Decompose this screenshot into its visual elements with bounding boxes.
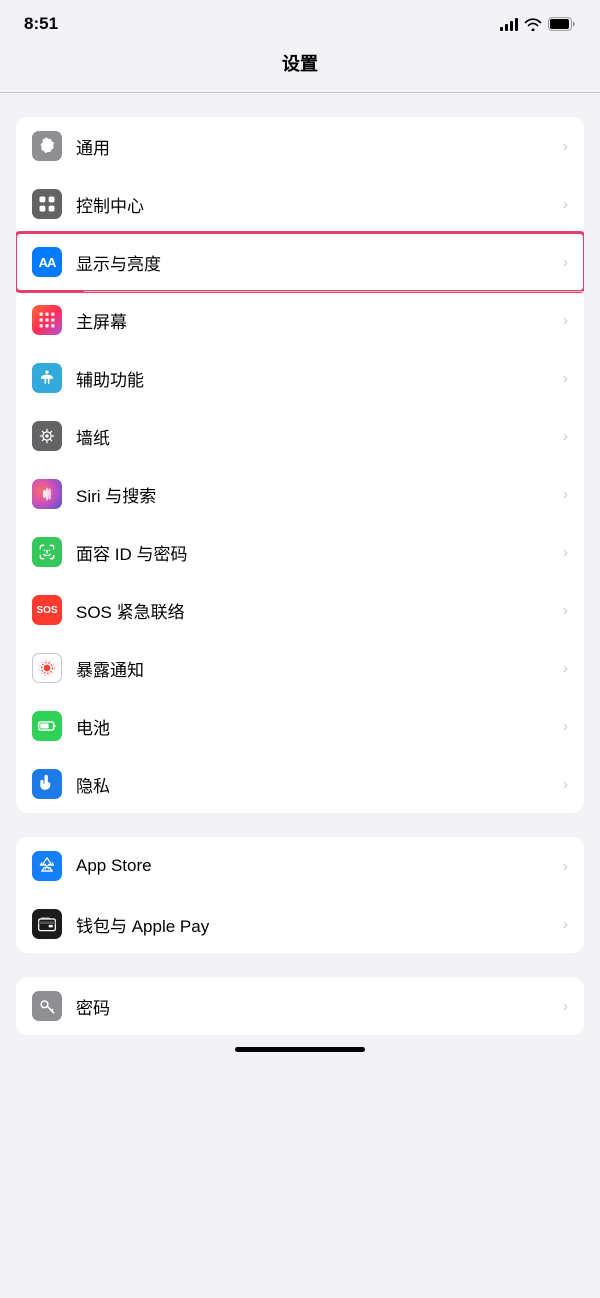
settings-row-exposure[interactable]: 暴露通知 › [16,639,584,697]
sos-label: SOS 紧急联络 [76,598,555,623]
settings-row-appstore[interactable]: A App Store › [16,837,584,895]
privacy-icon [32,769,62,799]
display-chevron: › [563,254,568,271]
battery-settings-icon [32,711,62,741]
battery-chevron: › [563,718,568,735]
passwords-chevron: › [563,998,568,1015]
wallpaper-icon [32,421,62,451]
settings-row-siri[interactable]: Siri 与搜索 › [16,465,584,523]
homescreen-label: 主屏幕 [76,308,555,333]
settings-row-wallpaper[interactable]: 墙纸 › [16,407,584,465]
sos-chevron: › [563,602,568,619]
home-indicator [235,1047,365,1052]
control-center-icon [32,189,62,219]
battery-icon [548,17,576,31]
homescreen-chevron: › [563,312,568,329]
wallpaper-chevron: › [563,428,568,445]
wallet-label: 钱包与 Apple Pay [76,912,555,937]
settings-row-display[interactable]: AA 显示与亮度 › [16,233,584,291]
section-divider-top [0,92,600,93]
wallet-chevron: › [563,916,568,933]
settings-row-general[interactable]: 通用 › [16,117,584,175]
status-icons [500,17,576,31]
settings-row-accessibility[interactable]: 辅助功能 › [16,349,584,407]
appstore-label: App Store [76,856,555,876]
general-icon [32,131,62,161]
passwords-label: 密码 [76,994,555,1019]
general-chevron: › [563,138,568,155]
wifi-icon [524,17,542,31]
settings-section-3: 密码 › [16,977,584,1035]
wallpaper-label: 墙纸 [76,424,555,449]
settings-section-2: A App Store › 钱包与 Apple Pay › [16,837,584,953]
appstore-chevron: › [563,858,568,875]
passwords-icon [32,991,62,1021]
signal-icon [500,17,518,31]
siri-icon [32,479,62,509]
settings-row-control-center[interactable]: 控制中心 › [16,175,584,233]
sos-icon: SOS [32,595,62,625]
settings-row-wallet[interactable]: 钱包与 Apple Pay › [16,895,584,953]
svg-text:A: A [45,864,50,871]
siri-label: Siri 与搜索 [76,482,555,507]
exposure-chevron: › [563,660,568,677]
control-center-label: 控制中心 [76,192,555,217]
status-bar: 8:51 [0,0,600,42]
display-icon: AA [32,247,62,277]
settings-row-privacy[interactable]: 隐私 › [16,755,584,813]
page-title: 设置 [0,42,600,92]
settings-row-faceid[interactable]: 面容 ID 与密码 › [16,523,584,581]
faceid-icon [32,537,62,567]
appstore-icon: A [32,851,62,881]
siri-chevron: › [563,486,568,503]
homescreen-icon [32,305,62,335]
accessibility-chevron: › [563,370,568,387]
control-center-chevron: › [563,196,568,213]
privacy-label: 隐私 [76,772,555,797]
settings-row-passwords[interactable]: 密码 › [16,977,584,1035]
accessibility-icon [32,363,62,393]
settings-row-sos[interactable]: SOS SOS 紧急联络 › [16,581,584,639]
display-label: 显示与亮度 [76,250,555,275]
faceid-label: 面容 ID 与密码 [76,540,555,565]
settings-row-battery[interactable]: 电池 › [16,697,584,755]
status-time: 8:51 [24,14,58,34]
faceid-chevron: › [563,544,568,561]
exposure-label: 暴露通知 [76,656,555,681]
battery-label: 电池 [76,714,555,739]
general-label: 通用 [76,134,555,159]
accessibility-label: 辅助功能 [76,366,555,391]
privacy-chevron: › [563,776,568,793]
settings-section-1: 通用 › 控制中心 › AA 显示与亮度 › [16,117,584,813]
wallet-icon [32,909,62,939]
exposure-icon [32,653,62,683]
settings-row-homescreen[interactable]: 主屏幕 › [16,291,584,349]
